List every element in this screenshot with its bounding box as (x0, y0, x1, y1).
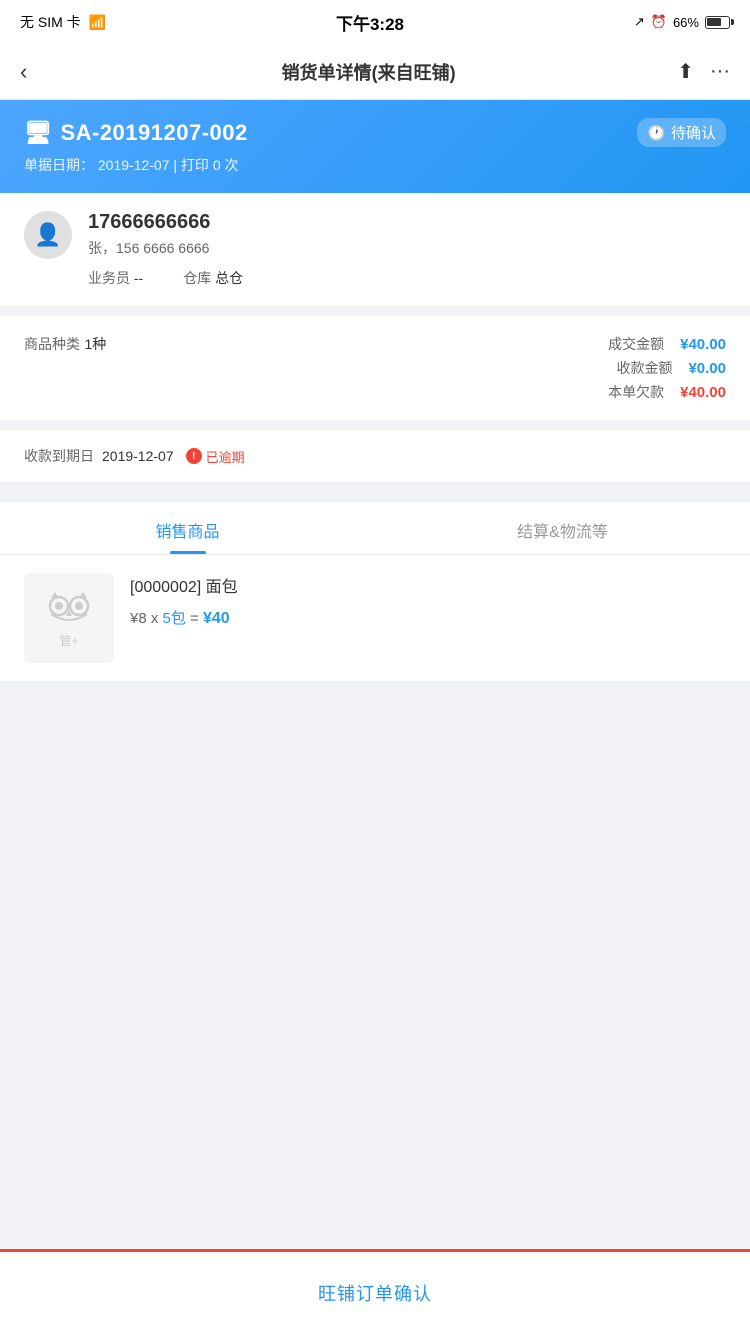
divider (0, 492, 750, 502)
product-code: [0000002] (130, 579, 201, 596)
more-button[interactable]: ··· (710, 60, 730, 83)
status-right: ↗ ⏰ 66% (634, 14, 730, 30)
price-label: ¥8 x (130, 610, 163, 627)
back-button[interactable]: ‹ (20, 59, 60, 85)
payment-label: 收款金额 (616, 358, 672, 378)
share-button[interactable]: ⬆ (677, 59, 694, 84)
status-left: 无 SIM 卡 📶 (20, 12, 106, 32)
debt-label: 本单欠款 (608, 382, 664, 402)
product-name: [0000002] 面包 (130, 573, 726, 597)
nav-bar: ‹ 销货单详情(来自旺铺) ⬆ ··· (0, 44, 750, 100)
order-date-label: 单据日期： (24, 157, 94, 173)
order-date: 单据日期： 2019-12-07 | 打印 0 次 (24, 155, 726, 175)
debt-value: ¥40.00 (680, 384, 726, 401)
warehouse-field: 仓库 总仓 (183, 268, 243, 288)
overdue-badge: ! 已逾期 (186, 447, 245, 466)
status-label: 待确认 (671, 122, 716, 143)
amount-label: 成交金额 (608, 334, 664, 354)
product-thumbnail: 管+ (24, 573, 114, 663)
type-label: 商品种类 (24, 336, 80, 352)
content-area (0, 691, 750, 911)
tabs-bar: 销售商品 结算&物流等 (0, 502, 750, 555)
summary-right: 成交金额 ¥40.00 收款金额 ¥0.00 本单欠款 ¥40.00 (608, 334, 726, 402)
type-value: 1种 (84, 336, 106, 352)
tab-sales-products[interactable]: 销售商品 (0, 502, 375, 554)
payment-value: ¥0.00 (688, 360, 726, 377)
order-id: 🖥 SA-20191207-002 (24, 120, 248, 146)
due-date-value: 2019-12-07 (102, 448, 174, 464)
tab-settlement-label: 结算&物流等 (517, 524, 608, 541)
tab-sales-label: 销售商品 (155, 524, 219, 541)
payment-row: 收款金额 ¥0.00 (616, 358, 726, 378)
summary-card: 商品种类 1种 成交金额 ¥40.00 收款金额 ¥0.00 本单欠款 ¥40.… (0, 316, 750, 420)
status-clock-icon: 🕐 (647, 124, 666, 142)
order-status: 🕐 待确认 (637, 118, 726, 147)
brand-owl-icon (41, 588, 97, 632)
staff-label: 业务员 (88, 270, 130, 286)
status-time: 下午3:28 (336, 10, 404, 35)
product-name-text: 面包 (206, 579, 238, 596)
customer-meta: 业务员 -- 仓库 总仓 (88, 268, 726, 288)
amount-row: 成交金额 ¥40.00 (608, 334, 726, 354)
product-price: ¥8 x 5包 = ¥40 (130, 607, 726, 628)
order-id-icon: 🖥 (24, 120, 52, 146)
alarm-icon: ⏰ (651, 14, 667, 30)
page-title: 销货单详情(来自旺铺) (60, 59, 677, 85)
confirm-order-button[interactable]: 旺铺订单确认 (20, 1266, 730, 1320)
amount-value: ¥40.00 (680, 336, 726, 353)
customer-info: 17666666666 张，156 6666 6666 业务员 -- 仓库 总仓 (88, 211, 726, 288)
due-label: 收款到期日 (24, 446, 94, 466)
carrier-text: 无 SIM 卡 (20, 12, 81, 32)
battery-icon (705, 16, 730, 29)
due-date-section: 收款到期日 2019-12-07 ! 已逾期 (0, 430, 750, 482)
location-icon: ↗ (634, 14, 645, 30)
staff-field: 业务员 -- (88, 268, 143, 288)
nav-actions: ⬆ ··· (677, 59, 730, 84)
avatar-icon: 👤 (34, 222, 61, 248)
bottom-bar: 旺铺订单确认 (0, 1249, 750, 1334)
brand-plus-text: 管+ (59, 632, 78, 649)
debt-row: 本单欠款 ¥40.00 (608, 382, 726, 402)
customer-avatar: 👤 (24, 211, 72, 259)
order-print-text: | 打印 0 次 (173, 157, 238, 173)
price-total: ¥40 (203, 610, 230, 627)
customer-name: 张，156 6666 6666 (88, 238, 726, 258)
battery-percent: 66% (673, 15, 699, 30)
wifi-icon: 📶 (89, 14, 106, 31)
customer-card: 👤 17666666666 张，156 6666 6666 业务员 -- 仓库 … (0, 193, 750, 306)
order-date-value: 2019-12-07 (98, 157, 170, 173)
summary-left: 商品种类 1种 (24, 334, 106, 354)
overdue-text: 已逾期 (206, 447, 245, 466)
product-item: 管+ [0000002] 面包 ¥8 x 5包 = ¥40 (0, 555, 750, 681)
product-info: [0000002] 面包 ¥8 x 5包 = ¥40 (130, 573, 726, 663)
customer-phone: 17666666666 (88, 211, 726, 234)
warehouse-value: 总仓 (215, 270, 243, 286)
status-bar: 无 SIM 卡 📶 下午3:28 ↗ ⏰ 66% (0, 0, 750, 44)
order-id-text: SA-20191207-002 (60, 120, 247, 146)
back-icon: ‹ (20, 59, 27, 85)
order-header: 🖥 SA-20191207-002 🕐 待确认 单据日期： 2019-12-07… (0, 100, 750, 193)
tab-settlement[interactable]: 结算&物流等 (375, 502, 750, 554)
staff-value: -- (134, 270, 143, 286)
overdue-icon: ! (186, 448, 202, 464)
price-qty: 5包 (163, 610, 186, 627)
price-equals: = (190, 610, 203, 627)
warehouse-label: 仓库 (183, 270, 211, 286)
